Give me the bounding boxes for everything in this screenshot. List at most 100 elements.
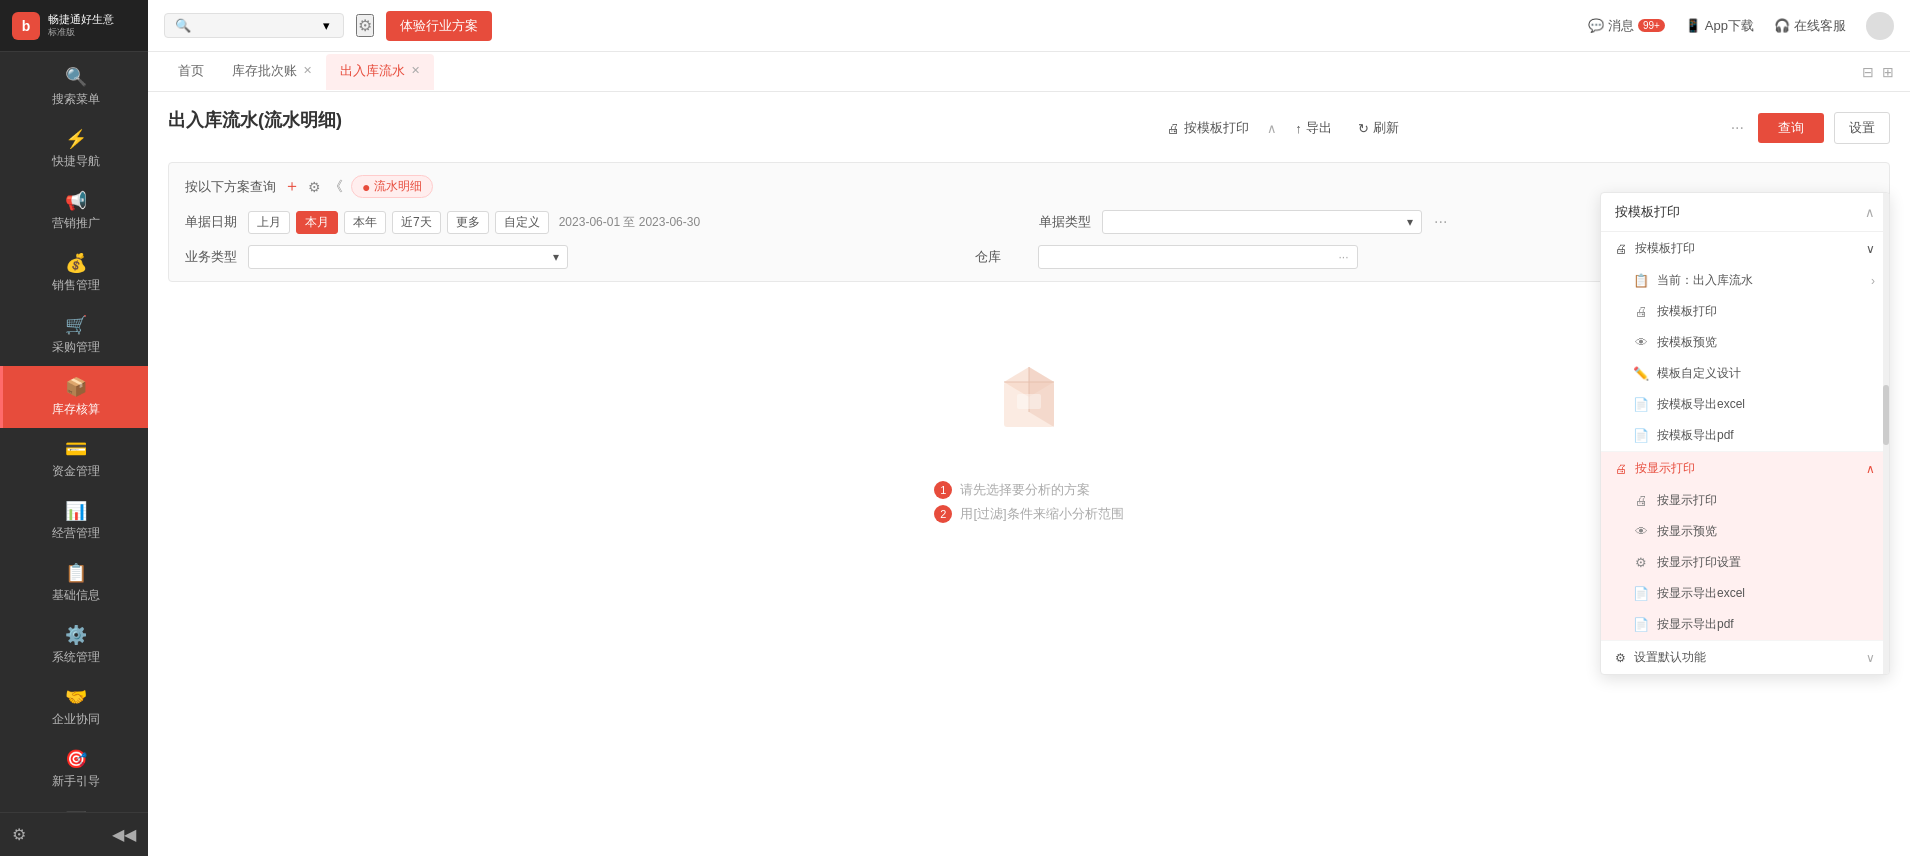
chevron-up-icon[interactable]: ∧ xyxy=(1267,121,1277,136)
sidebar-item-finance[interactable]: 💳 资金管理 xyxy=(0,428,148,490)
sidebar-item-quick-nav[interactable]: ⚡ 快捷导航 xyxy=(0,118,148,180)
header-actions: 🖨 按模板打印 ∧ ↑ 导出 ↻ 刷新 ··· 查询 设置 xyxy=(1159,112,1890,144)
prev-month-btn[interactable]: 上月 xyxy=(248,211,290,234)
more-options-button[interactable]: ··· xyxy=(1727,119,1748,137)
dropdown-section-template-header[interactable]: 🖨 按模板打印 ∨ xyxy=(1601,232,1889,265)
business-type-select[interactable]: ▾ xyxy=(248,245,568,269)
operations-icon: 📊 xyxy=(65,500,87,522)
page-title: 出入库流水(流水明细) xyxy=(168,108,342,132)
dropdown-scrollbar-thumb[interactable] xyxy=(1883,385,1889,445)
query-button[interactable]: 查询 xyxy=(1758,113,1824,143)
topbar-search-icon: 🔍 xyxy=(175,18,191,33)
tab-batch[interactable]: 库存批次账 ✕ xyxy=(218,54,326,90)
template-custom-label: 模板自定义设计 xyxy=(1657,365,1741,382)
dropdown-section-display-header[interactable]: 🖨 按显示打印 ∧ xyxy=(1601,452,1889,485)
sidebar-item-label: 资金管理 xyxy=(52,463,100,480)
main-area: 🔍 ▾ ⚙ 体验行业方案 💬 消息 99+ 📱 App下载 🎧 在线客服 xyxy=(148,0,1910,856)
settings-bottom-icon[interactable]: ⚙ xyxy=(12,825,26,844)
sidebar-item-inventory[interactable]: 📦 库存核算 xyxy=(0,366,148,428)
tab-home[interactable]: 首页 xyxy=(164,54,218,90)
template-print-icon: 🖨 xyxy=(1633,304,1649,319)
sidebar-item-enterprise[interactable]: 🤝 企业协同 xyxy=(0,676,148,738)
topbar-search-input[interactable] xyxy=(197,19,317,33)
current-month-btn[interactable]: 本月 xyxy=(296,211,338,234)
system-icon: ⚙️ xyxy=(65,624,87,646)
enterprise-icon: 🤝 xyxy=(65,686,87,708)
maximize-window-icon[interactable]: ⊞ xyxy=(1882,64,1894,80)
sidebar-item-purchase[interactable]: 🛒 采购管理 xyxy=(0,304,148,366)
filter-settings-button[interactable]: ⚙ xyxy=(308,179,321,195)
dropdown-item-current-template[interactable]: 📋 当前：出入库流水 › xyxy=(1601,265,1889,296)
tab-flow-close[interactable]: ✕ xyxy=(411,64,420,77)
sidebar-item-basic[interactable]: 📋 基础信息 xyxy=(0,552,148,614)
display-settings-icon: ⚙ xyxy=(1633,555,1649,570)
topbar-gear-button[interactable]: ⚙ xyxy=(356,14,374,37)
template-pdf-icon: 📄 xyxy=(1633,428,1649,443)
guide-icon: 🎯 xyxy=(65,748,87,770)
app-download-button[interactable]: 📱 App下载 xyxy=(1685,17,1754,35)
tab-flow[interactable]: 出入库流水 ✕ xyxy=(326,54,434,90)
print-button[interactable]: 🖨 按模板打印 xyxy=(1159,115,1257,141)
dropdown-item-template-excel[interactable]: 📄 按模板导出excel xyxy=(1601,389,1889,420)
filter-add-button[interactable]: ＋ xyxy=(284,176,300,197)
tab-expand-controls: ⊟ ⊞ xyxy=(1862,64,1894,80)
template-print-section-icon: 🖨 xyxy=(1615,242,1627,256)
dropdown-item-display-excel[interactable]: 📄 按显示导出excel xyxy=(1601,578,1889,609)
user-avatar[interactable] xyxy=(1866,12,1894,40)
phone-icon: 📱 xyxy=(1685,18,1701,33)
dropdown-item-template-preview[interactable]: 👁 按模板预览 xyxy=(1601,327,1889,358)
sidebar-item-guide[interactable]: 🎯 新手引导 xyxy=(0,738,148,800)
collapse-sidebar-icon[interactable]: ◀◀ xyxy=(112,825,136,844)
current-year-btn[interactable]: 本年 xyxy=(344,211,386,234)
step-2-number: 2 xyxy=(934,505,952,523)
doc-type-more-button[interactable]: ··· xyxy=(1430,213,1451,231)
topbar-search-dropdown-icon[interactable]: ▾ xyxy=(323,18,330,33)
purchase-icon: 🛒 xyxy=(65,314,87,336)
step-1-text: 请先选择要分析的方案 xyxy=(960,481,1090,499)
dropdown-item-display-settings[interactable]: ⚙ 按显示打印设置 xyxy=(1601,547,1889,578)
sidebar-item-sales[interactable]: 💰 销售管理 xyxy=(0,242,148,304)
dropdown-item-display-pdf[interactable]: 📄 按显示导出pdf xyxy=(1601,609,1889,640)
warehouse-select[interactable]: ··· xyxy=(1038,245,1358,269)
tab-bar: 首页 库存批次账 ✕ 出入库流水 ✕ ⊟ ⊞ xyxy=(148,52,1910,92)
search-icon: 🔍 xyxy=(65,66,87,88)
recent7-btn[interactable]: 近7天 xyxy=(392,211,441,234)
sidebar-item-apps[interactable]: 🔲 应用中心 xyxy=(0,800,148,812)
dropdown-item-display-preview[interactable]: 👁 按显示预览 xyxy=(1601,516,1889,547)
custom-date-btn[interactable]: 自定义 xyxy=(495,211,549,234)
topbar-right: 💬 消息 99+ 📱 App下载 🎧 在线客服 xyxy=(1588,12,1894,40)
settings-button[interactable]: 设置 xyxy=(1834,112,1890,144)
marketing-icon: 📢 xyxy=(65,190,87,212)
topbar-search-box[interactable]: 🔍 ▾ xyxy=(164,13,344,38)
sidebar-item-system[interactable]: ⚙️ 系统管理 xyxy=(0,614,148,676)
tab-batch-close[interactable]: ✕ xyxy=(303,64,312,77)
dropdown-header: 按模板打印 ∧ xyxy=(1601,193,1889,232)
restore-window-icon[interactable]: ⊟ xyxy=(1862,64,1874,80)
sidebar-item-search[interactable]: 🔍 搜索菜单 xyxy=(0,56,148,118)
filter-tag[interactable]: ● 流水明细 xyxy=(351,175,433,198)
template-print-label: 按模板打印 xyxy=(1657,303,1717,320)
export-button[interactable]: ↑ 导出 xyxy=(1287,115,1340,141)
sidebar-item-operations[interactable]: 📊 经营管理 xyxy=(0,490,148,552)
dropdown-item-template-print[interactable]: 🖨 按模板打印 xyxy=(1601,296,1889,327)
industry-plan-button[interactable]: 体验行业方案 xyxy=(386,11,492,41)
dropdown-item-display-print[interactable]: 🖨 按显示打印 xyxy=(1601,485,1889,516)
message-label: 消息 xyxy=(1608,17,1634,35)
finance-icon: 💳 xyxy=(65,438,87,460)
refresh-button[interactable]: ↻ 刷新 xyxy=(1350,115,1407,141)
online-service-button[interactable]: 🎧 在线客服 xyxy=(1774,17,1846,35)
dropdown-footer-set-default[interactable]: ⚙ 设置默认功能 ∨ xyxy=(1601,641,1889,674)
warehouse-more-icon[interactable]: ··· xyxy=(1338,250,1348,264)
dropdown-item-template-custom[interactable]: ✏️ 模板自定义设计 xyxy=(1601,358,1889,389)
dropdown-item-template-pdf[interactable]: 📄 按模板导出pdf xyxy=(1601,420,1889,451)
filter-collapse-button[interactable]: 《 xyxy=(329,178,343,196)
display-print-icon: 🖨 xyxy=(1633,493,1649,508)
doc-type-select[interactable]: ▾ xyxy=(1102,210,1422,234)
more-date-btn[interactable]: 更多 xyxy=(447,211,489,234)
sidebar-item-label: 搜索菜单 xyxy=(52,91,100,108)
dropdown-chevron-up-icon[interactable]: ∧ xyxy=(1865,205,1875,220)
headset-icon: 🎧 xyxy=(1774,18,1790,33)
sidebar-item-marketing[interactable]: 📢 营销推广 xyxy=(0,180,148,242)
message-button[interactable]: 💬 消息 99+ xyxy=(1588,17,1665,35)
filter-tag-label: 流水明细 xyxy=(374,178,422,195)
